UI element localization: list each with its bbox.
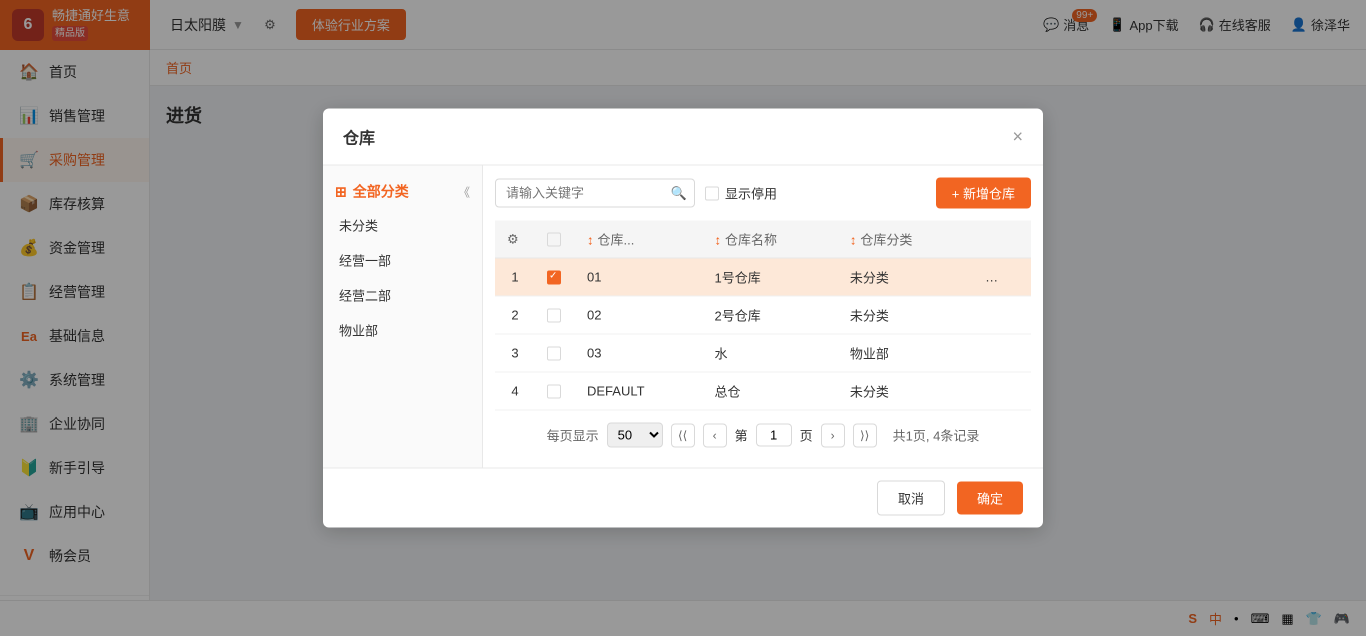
modal-body: ⊞ 全部分类 《 未分类 经营一部 经营二部 物业部 🔍 显示停用 <box>323 166 1043 468</box>
row-checkbox[interactable] <box>547 347 561 361</box>
show-disabled-wrap: 显示停用 <box>705 184 777 203</box>
page-size-select[interactable]: 50 10 20 100 <box>607 423 663 448</box>
row-code: 03 <box>575 334 703 372</box>
row-number: 3 <box>495 334 535 372</box>
row-checkbox-cell <box>535 258 575 296</box>
modal-footer: 取消 确定 <box>323 468 1043 528</box>
search-icon[interactable]: 🔍 <box>671 185 687 201</box>
table-row[interactable]: 4 DEFAULT 总仓 未分类 <box>495 372 1031 410</box>
th-checkbox <box>535 221 575 259</box>
row-name: 水 <box>703 334 838 372</box>
row-name: 1号仓库 <box>703 258 838 296</box>
category-item-dept2[interactable]: 经营二部 <box>323 278 482 313</box>
next-page-button[interactable]: › <box>821 423 845 447</box>
row-number: 1 <box>495 258 535 296</box>
page-label: 第 <box>735 426 748 445</box>
table-container: ⚙ ↕仓库... ↕仓库名称 ↕仓库分类 1 01 1号仓库 未分类 … <box>495 221 1031 411</box>
row-actions <box>973 334 1031 372</box>
row-category: 未分类 <box>838 372 973 410</box>
first-page-button[interactable]: ⟨⟨ <box>671 423 695 447</box>
row-actions <box>973 296 1031 334</box>
show-disabled-label: 显示停用 <box>725 184 777 203</box>
page-input[interactable] <box>756 424 792 447</box>
row-code: DEFAULT <box>575 372 703 410</box>
th-name: ↕仓库名称 <box>703 221 838 259</box>
row-category: 未分类 <box>838 258 973 296</box>
category-all-header[interactable]: ⊞ 全部分类 《 <box>323 176 482 208</box>
category-item-property[interactable]: 物业部 <box>323 313 482 348</box>
page-label2: 页 <box>800 426 813 445</box>
modal-header: 仓库 × <box>323 109 1043 166</box>
warehouse-modal: 仓库 × ⊞ 全部分类 《 未分类 经营一部 经营二部 物业部 🔍 <box>323 109 1043 528</box>
row-code: 02 <box>575 296 703 334</box>
row-checkbox[interactable] <box>547 385 561 399</box>
page-size-label: 每页显示 <box>547 426 599 445</box>
confirm-button[interactable]: 确定 <box>957 482 1023 515</box>
row-checkbox[interactable] <box>547 271 561 285</box>
th-actions-empty <box>973 221 1031 259</box>
row-number: 2 <box>495 296 535 334</box>
cancel-button[interactable]: 取消 <box>877 481 945 516</box>
row-actions: … <box>973 258 1031 296</box>
category-item-unclassified[interactable]: 未分类 <box>323 208 482 243</box>
search-wrap: 🔍 <box>495 179 695 208</box>
table-row[interactable]: 1 01 1号仓库 未分类 … <box>495 258 1031 296</box>
collapse-icon: 《 <box>458 183 470 200</box>
category-panel: ⊞ 全部分类 《 未分类 经营一部 经营二部 物业部 <box>323 166 483 468</box>
row-checkbox-cell <box>535 372 575 410</box>
row-actions <box>973 372 1031 410</box>
row-checkbox[interactable] <box>547 309 561 323</box>
search-input[interactable] <box>495 179 695 208</box>
last-page-button[interactable]: ⟩⟩ <box>853 423 877 447</box>
row-checkbox-cell <box>535 296 575 334</box>
row-number: 4 <box>495 372 535 410</box>
grid-icon: ⊞ <box>335 183 347 200</box>
prev-page-button[interactable]: ‹ <box>703 423 727 447</box>
category-item-dept1[interactable]: 经营一部 <box>323 243 482 278</box>
show-disabled-checkbox[interactable] <box>705 186 719 200</box>
table-row[interactable]: 3 03 水 物业部 <box>495 334 1031 372</box>
warehouse-table: ⚙ ↕仓库... ↕仓库名称 ↕仓库分类 1 01 1号仓库 未分类 … <box>495 221 1031 411</box>
toolbar: 🔍 显示停用 + 新增仓库 <box>495 178 1031 209</box>
add-warehouse-button[interactable]: + 新增仓库 <box>936 178 1031 209</box>
row-name: 2号仓库 <box>703 296 838 334</box>
content-panel: 🔍 显示停用 + 新增仓库 ⚙ ↕仓库... ↕仓库名称 <box>483 166 1043 468</box>
pagination-bar: 每页显示 50 10 20 100 ⟨⟨ ‹ 第 页 › ⟩⟩ 共1页, 4条记… <box>495 411 1031 456</box>
row-category: 未分类 <box>838 296 973 334</box>
th-settings: ⚙ <box>495 221 535 259</box>
th-category: ↕仓库分类 <box>838 221 973 259</box>
row-checkbox-cell <box>535 334 575 372</box>
row-category: 物业部 <box>838 334 973 372</box>
select-all-checkbox[interactable] <box>547 233 561 247</box>
category-all-label: 全部分类 <box>353 182 409 202</box>
modal-close-button[interactable]: × <box>1012 126 1023 147</box>
table-row[interactable]: 2 02 2号仓库 未分类 <box>495 296 1031 334</box>
row-name: 总仓 <box>703 372 838 410</box>
page-info: 共1页, 4条记录 <box>893 426 980 445</box>
row-code: 01 <box>575 258 703 296</box>
modal-title: 仓库 <box>343 125 375 149</box>
th-code: ↕仓库... <box>575 221 703 259</box>
